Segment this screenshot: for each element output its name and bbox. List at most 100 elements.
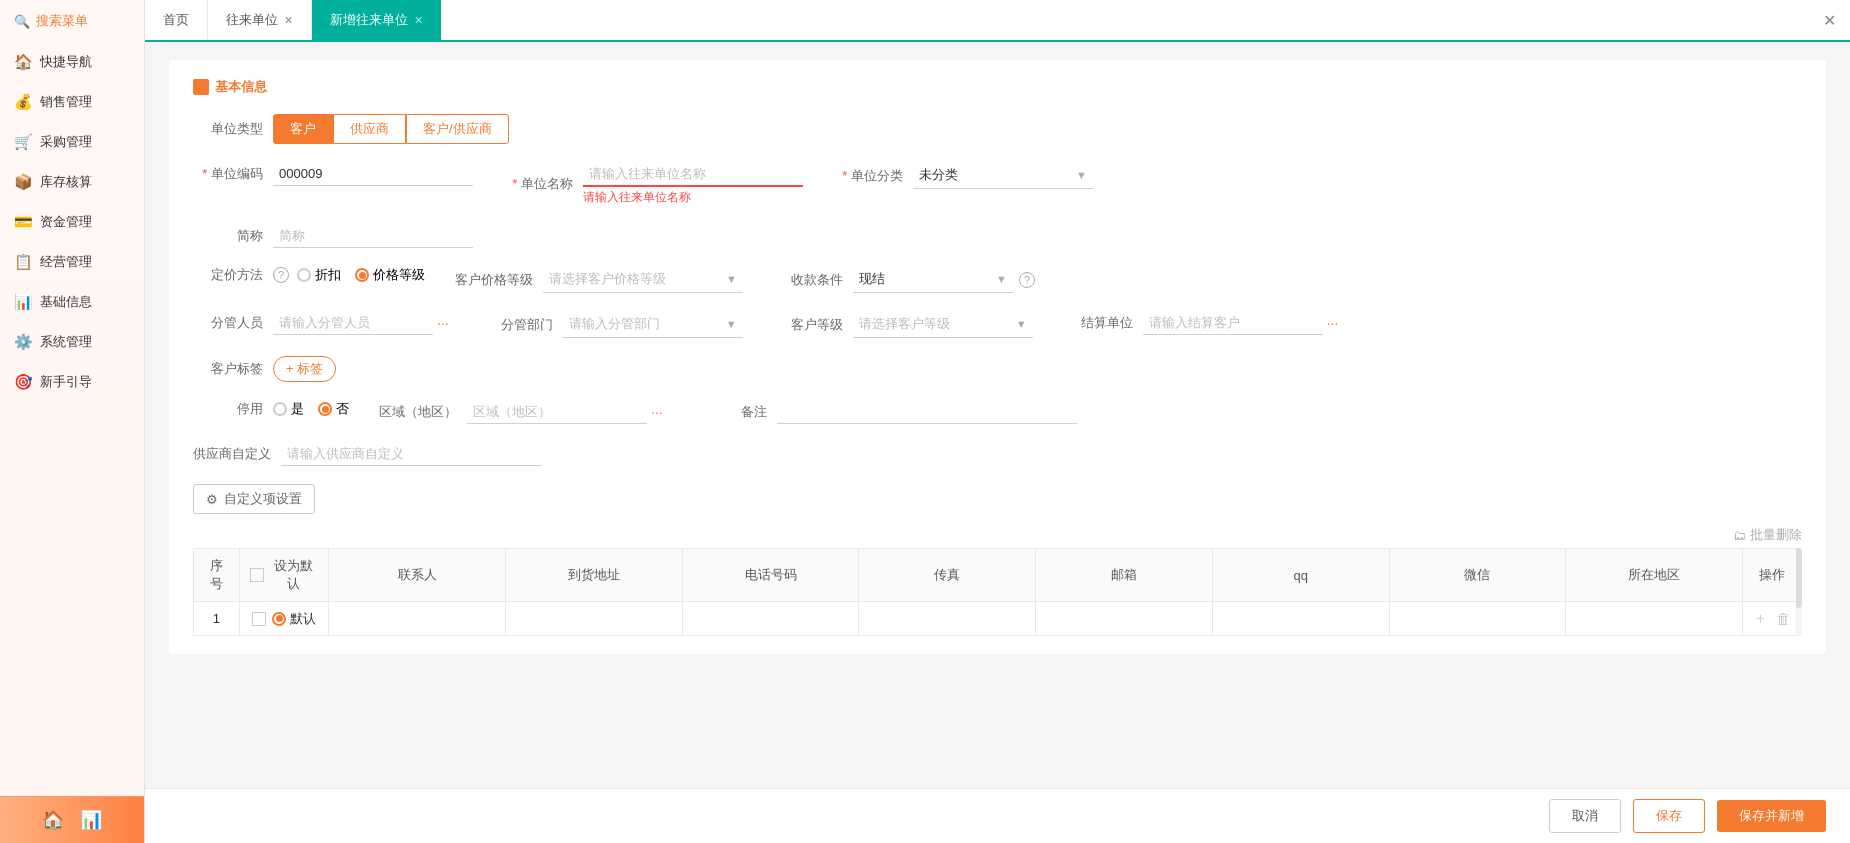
customer-price-level-placeholder: 请选择客户价格等级 [549, 270, 666, 288]
tab-new-unit-close[interactable]: ✕ [414, 14, 423, 27]
fax-input[interactable] [869, 611, 1025, 626]
disabled-yes-radio[interactable]: 是 [273, 400, 304, 418]
cell-region[interactable] [1566, 602, 1743, 636]
customer-price-level-select[interactable]: 请选择客户价格等级 ▼ [543, 266, 743, 293]
add-row-btn[interactable]: ＋ [1753, 609, 1768, 628]
col-region: 所在地区 [1566, 549, 1743, 602]
unit-type-customer-btn[interactable]: 客户 [273, 114, 333, 144]
sidebar-item-inventory[interactable]: 📦 库存核算 [0, 162, 144, 202]
sidebar-item-finance[interactable]: 💳 资金管理 [0, 202, 144, 242]
qq-input[interactable] [1223, 611, 1379, 626]
disabled-no-radio[interactable]: 否 [318, 400, 349, 418]
unit-category-select[interactable]: 未分类 ▼ [913, 162, 1093, 189]
main-area: 首页 往来单位 ✕ 新增往来单位 ✕ ✕ 基本信息 单位类型 客户 [145, 0, 1850, 843]
custom-settings-button[interactable]: ⚙ 自定义项设置 [193, 484, 315, 514]
delete-row-btn[interactable]: 🗑 [1776, 610, 1791, 627]
discount-radio-label: 折扣 [315, 266, 341, 284]
save-button[interactable]: 保存 [1633, 799, 1705, 833]
cell-contact[interactable] [329, 602, 506, 636]
customer-level-arrow: ▼ [1016, 318, 1027, 330]
add-tag-button[interactable]: + 标签 [273, 356, 336, 382]
payment-terms-select[interactable]: 现结 ▼ [853, 266, 1013, 293]
col-address: 到货地址 [506, 549, 683, 602]
department-arrow: ▼ [726, 318, 737, 330]
region-input[interactable] [467, 400, 647, 424]
no-radio-circle [318, 402, 332, 416]
unit-type-group: 客户 供应商 客户/供应商 [273, 114, 509, 144]
supplier-custom-input[interactable] [281, 442, 541, 466]
abbr-input[interactable] [273, 224, 473, 248]
sidebar-bottom-icon2: 📊 [80, 809, 102, 831]
disabled-field: 停用 是 否 [193, 400, 349, 418]
customer-level-select[interactable]: 请选择客户等级 ▼ [853, 311, 1033, 338]
row-default-radio[interactable]: 默认 [272, 610, 316, 628]
abbr-label: 简称 [193, 227, 273, 245]
manager-input[interactable] [273, 311, 433, 335]
unit-name-input[interactable] [583, 162, 803, 187]
cell-wechat[interactable] [1389, 602, 1566, 636]
cell-fax[interactable] [859, 602, 1036, 636]
unit-category-value: 未分类 [919, 166, 958, 184]
sidebar-item-operations[interactable]: 📋 经营管理 [0, 242, 144, 282]
customer-level-placeholder: 请选择客户等级 [859, 315, 950, 333]
unit-code-input[interactable] [273, 162, 473, 186]
region-more-btn[interactable]: ··· [647, 404, 667, 420]
contact-input[interactable] [339, 611, 495, 626]
unit-type-supplier-btn[interactable]: 供应商 [333, 114, 406, 144]
unit-code-field: 单位编码 [193, 162, 473, 186]
tab-units[interactable]: 往来单位 ✕ [208, 0, 312, 40]
sidebar-item-new-guide[interactable]: 🎯 新手引导 [0, 362, 144, 402]
tabbar: 首页 往来单位 ✕ 新增往来单位 ✕ ✕ [145, 0, 1850, 42]
inventory-icon: 📦 [14, 173, 32, 191]
row-actions: ＋ 🗑 [1753, 609, 1791, 628]
wechat-input[interactable] [1400, 611, 1556, 626]
tab-units-close[interactable]: ✕ [284, 14, 293, 27]
tab-home-label: 首页 [163, 11, 189, 29]
new-guide-icon: 🎯 [14, 373, 32, 391]
cell-qq[interactable] [1212, 602, 1389, 636]
row-checkbox[interactable] [252, 612, 266, 626]
phone-input[interactable] [693, 611, 849, 626]
tabbar-close-button[interactable]: ✕ [1809, 11, 1850, 30]
settlement-more-btn[interactable]: ··· [1323, 315, 1343, 331]
cell-default: 默认 [239, 602, 328, 636]
pricing-radio-price-level[interactable]: 价格等级 [355, 266, 425, 284]
basic-info-card: 基本信息 单位类型 客户 供应商 客户/供应商 单位编码 [169, 60, 1826, 654]
email-input[interactable] [1046, 611, 1202, 626]
custom-settings-row: ⚙ 自定义项设置 [193, 484, 1802, 526]
sidebar-item-sales[interactable]: 💰 销售管理 [0, 82, 144, 122]
col-qq: qq [1212, 549, 1389, 602]
pricing-help-icon[interactable]: ? [273, 267, 289, 283]
manager-more-btn[interactable]: ··· [433, 315, 453, 331]
payment-help-icon[interactable]: ? [1019, 272, 1035, 288]
save-new-button[interactable]: 保存并新增 [1717, 800, 1826, 832]
col-contact: 联系人 [329, 549, 506, 602]
batch-delete-label[interactable]: 批量删除 [1750, 526, 1802, 544]
sidebar-item-basic-info[interactable]: 📊 基础信息 [0, 282, 144, 322]
unit-type-both-btn[interactable]: 客户/供应商 [406, 114, 509, 144]
region-table-input[interactable] [1576, 611, 1732, 626]
remark-input[interactable] [777, 400, 1077, 424]
department-select[interactable]: 请输入分管部门 ▼ [563, 311, 743, 338]
sidebar-item-quick-nav[interactable]: 🏠 快捷导航 [0, 42, 144, 82]
search-menu[interactable]: 🔍 搜索菜单 [0, 0, 144, 42]
customer-level-field: 客户等级 请选择客户等级 ▼ [773, 311, 1033, 338]
pricing-radio-discount[interactable]: 折扣 [297, 266, 341, 284]
cell-address[interactable] [506, 602, 683, 636]
tab-home[interactable]: 首页 [145, 0, 208, 40]
header-checkbox[interactable] [250, 568, 264, 582]
customer-tag-label: 客户标签 [193, 360, 273, 378]
scrollbar-thumb[interactable] [1796, 548, 1802, 608]
cancel-button[interactable]: 取消 [1549, 799, 1621, 833]
payment-terms-field: 收款条件 现结 ▼ ? [773, 266, 1035, 293]
tab-new-unit[interactable]: 新增往来单位 ✕ [312, 0, 442, 40]
sidebar-item-purchase[interactable]: 🛒 采购管理 [0, 122, 144, 162]
cell-phone[interactable] [682, 602, 859, 636]
sidebar-item-system[interactable]: ⚙️ 系统管理 [0, 322, 144, 362]
basic-info-icon: 📊 [14, 293, 32, 311]
customer-price-level-arrow: ▼ [726, 273, 737, 285]
cell-email[interactable] [1036, 602, 1213, 636]
payment-terms-label: 收款条件 [773, 271, 853, 289]
address-input[interactable] [516, 611, 672, 626]
settlement-unit-input[interactable] [1143, 311, 1323, 335]
